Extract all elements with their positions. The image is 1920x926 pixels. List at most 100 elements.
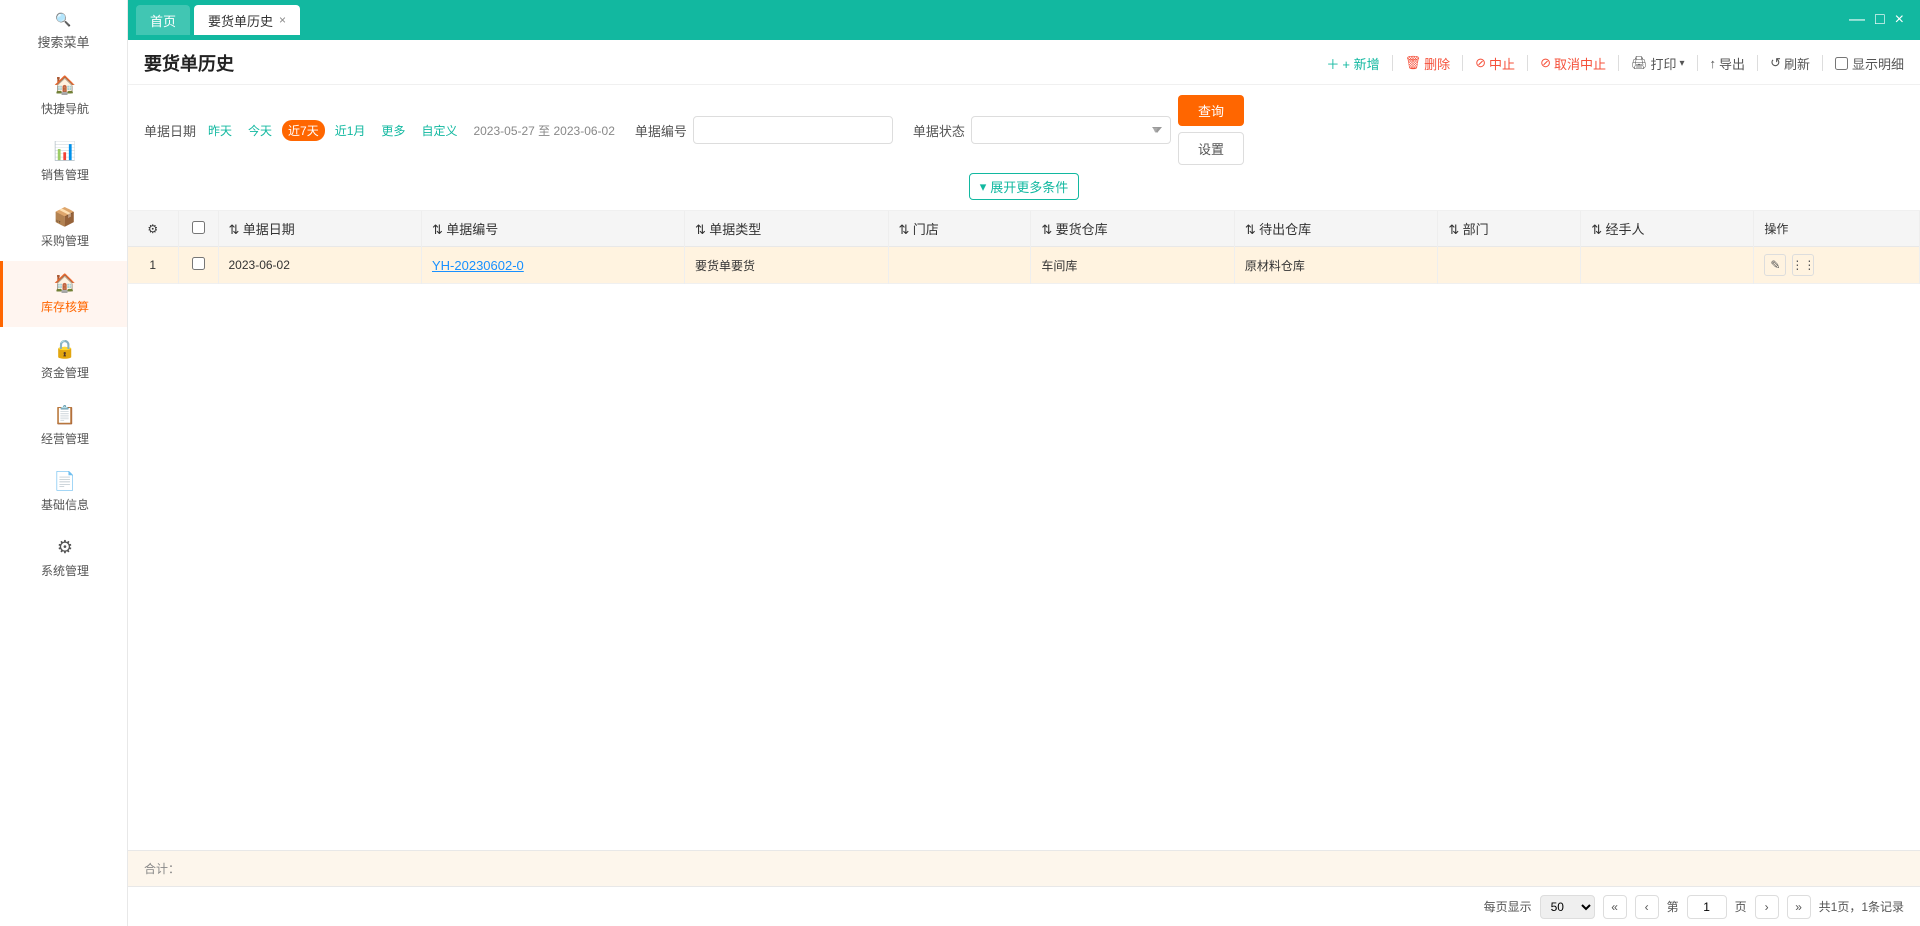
page-last-button[interactable]: » [1787, 895, 1811, 919]
row-req-warehouse: 车间库 [1031, 247, 1234, 284]
status-select[interactable] [971, 116, 1171, 144]
summary-label: 合计： [144, 860, 180, 877]
row-select-checkbox[interactable] [192, 257, 205, 270]
add-label: + 新增 [1342, 54, 1379, 73]
sidebar-item-search-menu[interactable]: 🔍 搜索菜单 [0, 0, 127, 63]
column-date[interactable]: ⇅ 单据日期 [218, 211, 421, 247]
display-checkbox[interactable] [1835, 57, 1848, 70]
sidebar-quick-nav-label: 快捷导航 [41, 100, 89, 117]
table-row: 1 2023-06-02 YH-20230602-0 要货单要货 车间库 原材料… [128, 247, 1920, 284]
filter-area: 单据日期 昨天 今天 近7天 近1月 更多 自定义 2023-05-27 至 2… [128, 85, 1920, 211]
refresh-icon: ↺ [1770, 55, 1781, 71]
status-label: 单据状态 [913, 121, 965, 140]
shortcut-today[interactable]: 今天 [242, 120, 278, 141]
lock-icon: 🔒 [54, 339, 76, 360]
sidebar-item-inventory[interactable]: 🏠 库存核算 [0, 261, 127, 327]
page-first-button[interactable]: « [1603, 895, 1627, 919]
sidebar-system-label: 系统管理 [41, 562, 89, 579]
tab-active-label: 要货单历史 [208, 11, 273, 30]
order-no-link[interactable]: YH-20230602-0 [432, 258, 524, 273]
export-button[interactable]: ↑ 导出 [1710, 54, 1746, 73]
delete-label: 删除 [1424, 54, 1450, 73]
shortcut-custom[interactable]: 自定义 [415, 120, 463, 141]
sort-icon-order-type: ⇅ [695, 222, 706, 237]
row-order-no[interactable]: YH-20230602-0 [421, 247, 684, 284]
column-action: 操作 [1754, 211, 1920, 247]
add-button[interactable]: ＋ + 新增 [1326, 54, 1379, 73]
shortcut-1month[interactable]: 近1月 [329, 120, 372, 141]
shortcut-more[interactable]: 更多 [375, 120, 411, 141]
row-edit-button[interactable]: ✎ [1764, 254, 1786, 276]
page-size-label: 每页显示 [1484, 898, 1532, 915]
cancel-stop-button[interactable]: ⊘ 取消中止 [1540, 54, 1606, 73]
print-button[interactable]: 🖨 打印 ▾ [1631, 54, 1685, 73]
sidebar-item-sales-mgmt[interactable]: 📊 销售管理 [0, 129, 127, 195]
display-label: 显示明细 [1852, 54, 1904, 73]
page-content: 要货单历史 ＋ + 新增 🗑 删除 ⊘ 中止 ⊘ [128, 40, 1920, 926]
date-shortcuts: 昨天 今天 近7天 近1月 更多 自定义 [202, 120, 463, 141]
sidebar-item-operation-mgmt[interactable]: 📋 经营管理 [0, 393, 127, 459]
table-container: ⚙ ⇅ 单据日期 ⇅ 单据编号 ⇅ 单据类型 [128, 211, 1920, 850]
row-date: 2023-06-02 [218, 247, 421, 284]
print-icon: 🖨 [1631, 55, 1648, 71]
expand-conditions-button[interactable]: ▾ 展开更多条件 [969, 173, 1080, 200]
tab-home[interactable]: 首页 [136, 5, 190, 35]
column-handler[interactable]: ⇅ 经手人 [1581, 211, 1754, 247]
column-dept[interactable]: ⇅ 部门 [1438, 211, 1581, 247]
row-checkbox[interactable] [178, 247, 218, 284]
divider-5 [1697, 55, 1698, 71]
sidebar-item-finance-mgmt[interactable]: 🔒 资金管理 [0, 327, 127, 393]
expand-label: 展开更多条件 [990, 177, 1068, 196]
settings-button[interactable]: 设置 [1178, 132, 1244, 165]
sidebar-basic-label: 基础信息 [41, 496, 89, 513]
select-all-checkbox[interactable] [192, 221, 205, 234]
sidebar-item-basic-info[interactable]: 📄 基础信息 [0, 459, 127, 525]
tab-requisition-history[interactable]: 要货单历史 × [194, 5, 300, 35]
sidebar-item-quick-nav[interactable]: 🏠 快捷导航 [0, 63, 127, 129]
sidebar-item-system-mgmt[interactable]: ⚙ 系统管理 [0, 525, 127, 591]
delete-button[interactable]: 🗑 删除 [1405, 54, 1451, 73]
window-close-button[interactable]: × [1895, 11, 1904, 29]
sort-icon-dept: ⇅ [1448, 222, 1459, 237]
status-filter-group: 单据状态 ▾ [913, 116, 1158, 144]
divider-3 [1527, 55, 1528, 71]
column-order-type[interactable]: ⇅ 单据类型 [685, 211, 888, 247]
row-handler [1581, 247, 1754, 284]
print-dropdown-icon: ▾ [1680, 58, 1685, 69]
tab-bar: 首页 要货单历史 × — □ × [128, 0, 1920, 40]
shortcut-yesterday[interactable]: 昨天 [202, 120, 238, 141]
row-dept [1438, 247, 1581, 284]
sidebar-item-purchase-mgmt[interactable]: 📦 采购管理 [0, 195, 127, 261]
page-size-select[interactable]: 50 10 20 100 [1540, 895, 1595, 919]
sort-icon-date: ⇅ [229, 222, 240, 237]
page-prev-button[interactable]: ‹ [1635, 895, 1659, 919]
column-checkbox[interactable] [178, 211, 218, 247]
data-table: ⚙ ⇅ 单据日期 ⇅ 单据编号 ⇅ 单据类型 [128, 211, 1920, 284]
column-pending-warehouse[interactable]: ⇅ 待出仓库 [1234, 211, 1437, 247]
row-more-button[interactable]: ⋮⋮ [1792, 254, 1814, 276]
order-no-input[interactable] [693, 116, 893, 144]
page-next-button[interactable]: › [1755, 895, 1779, 919]
stop-button[interactable]: ⊘ 中止 [1475, 54, 1515, 73]
expand-icon: ▾ [980, 179, 987, 195]
refresh-label: 刷新 [1784, 54, 1810, 73]
column-order-no[interactable]: ⇅ 单据编号 [421, 211, 684, 247]
tab-close-button[interactable]: × [279, 13, 286, 27]
window-minimize-button[interactable]: — [1849, 11, 1865, 29]
divider-7 [1822, 55, 1823, 71]
refresh-button[interactable]: ↺ 刷新 [1770, 54, 1810, 73]
table-header-row: ⚙ ⇅ 单据日期 ⇅ 单据编号 ⇅ 单据类型 [128, 211, 1920, 247]
page-number-input[interactable] [1687, 895, 1727, 919]
window-maximize-button[interactable]: □ [1875, 11, 1885, 29]
date-filter-group: 单据日期 昨天 今天 近7天 近1月 更多 自定义 2023-05-27 至 2… [144, 120, 615, 141]
order-no-filter-group: 单据编号 [635, 116, 893, 144]
sort-icon-handler: ⇅ [1591, 222, 1602, 237]
query-button[interactable]: 查询 [1178, 95, 1244, 126]
column-settings[interactable]: ⚙ [128, 211, 178, 247]
display-toggle[interactable]: 显示明细 [1835, 54, 1904, 73]
tab-bar-left: 首页 要货单历史 × [136, 5, 300, 35]
column-store[interactable]: ⇅ 门店 [888, 211, 1031, 247]
column-req-warehouse[interactable]: ⇅ 要货仓库 [1031, 211, 1234, 247]
clipboard-icon: 📋 [54, 405, 76, 426]
shortcut-7days[interactable]: 近7天 [282, 120, 325, 141]
